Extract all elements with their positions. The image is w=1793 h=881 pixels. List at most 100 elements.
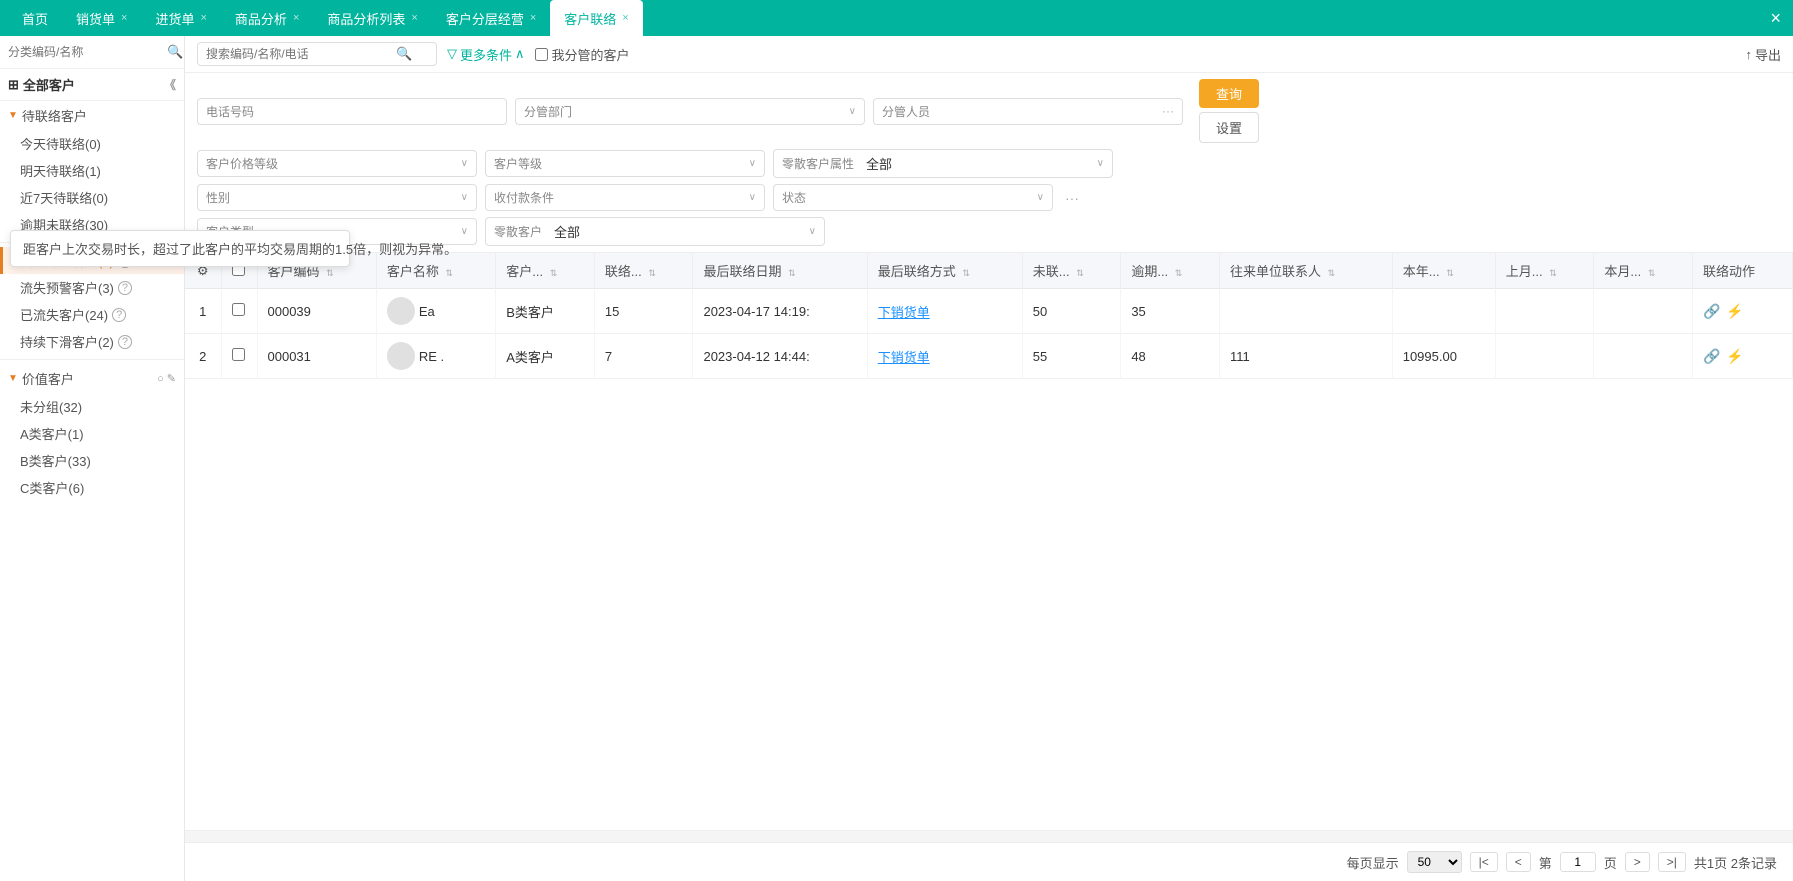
collapse-icon: 《 [164,76,176,93]
sidebar-item-7days[interactable]: 近7天待联络(0) [0,184,184,211]
horizontal-scrollbar[interactable] [185,830,1793,842]
export-icon: ↑ [1745,47,1752,62]
td-name-2: RE . [376,334,495,379]
my-customers-filter: 我分管的客户 [535,45,630,64]
prev-page-btn[interactable]: < [1506,852,1531,872]
th-contact-count: 联络... ⇅ [594,253,693,289]
sidebar-item-lost-risk[interactable]: 流失预警客户(3) ? [0,274,184,301]
price-chevron-icon: ∨ [461,158,468,169]
close-purchase-order-icon[interactable]: × [200,12,206,24]
more-conditions-btn[interactable]: ▽ 更多条件 ∧ [447,45,525,64]
nav-sales-order[interactable]: 销货单 × [62,0,141,36]
row-checkbox-1[interactable] [232,303,245,316]
phone-field[interactable]: 电话号码 [197,98,507,125]
last-page-btn[interactable]: >| [1658,852,1686,872]
sidebar: 🔍 ⊞ 全部客户 《 ▼ 待联络客户 今天待联络(0) 明天待联络(1) 近7天… [0,36,185,881]
gender-chevron-icon: ∨ [461,192,468,203]
customer-level-field[interactable]: 客户等级 ∨ [485,150,765,177]
sort-code-icon: ⇅ [326,268,334,278]
manager-dots: ··· [1162,104,1174,118]
nav-home[interactable]: 首页 [8,0,62,36]
sidebar-item-today[interactable]: 今天待联络(0) [0,130,184,157]
export-btn[interactable]: ↑ 导出 [1745,45,1781,64]
filter-row-2: 客户价格等级 ∨ 客户等级 ∨ 零散客户属性 全部 ∨ [197,149,1781,178]
edit-icon[interactable]: ○ ✎ [157,372,176,385]
close-product-analysis-list-icon[interactable]: × [411,12,417,24]
page-size-select[interactable]: 50 100 200 [1407,851,1462,873]
close-product-analysis-icon[interactable]: × [293,12,299,24]
query-settings-btns: 查询 设置 [1199,79,1259,143]
td-date-2: 2023-04-12 14:44: [693,334,867,379]
nav-customer-segmentation[interactable]: 客户分层经营 × [432,0,550,36]
sidebar-item-class-a[interactable]: A类客户(1) [0,420,184,447]
sort-overdue-icon: ⇅ [1175,268,1183,278]
close-all-tabs-icon[interactable]: × [1770,8,1781,29]
search-input[interactable] [206,47,396,61]
th-overdue: 逾期... ⇅ [1121,253,1220,289]
retail-customer-field[interactable]: 零散客户 全部 ∨ [485,217,825,246]
link-icon-2[interactable]: 🔗 [1703,348,1720,365]
sort-this-year-icon: ⇅ [1446,268,1454,278]
retail-attr-field[interactable]: 零散客户属性 全部 ∨ [773,149,1113,178]
sidebar-search-icon[interactable]: 🔍 [167,44,183,60]
sidebar-item-unassigned[interactable]: 未分组(32) [0,393,184,420]
sidebar-value-customer-label[interactable]: ▼ 价值客户 ○ ✎ [0,364,184,393]
tooltip-box: 距客户上次交易时长，超过了此客户的平均交易周期的1.5倍，则视为异常。 [185,230,350,267]
sidebar-item-class-c[interactable]: C类客户(6) [0,474,184,501]
customer-type-chevron-icon: ∨ [461,226,468,237]
td-checkbox-1[interactable] [221,289,257,334]
query-btn[interactable]: 查询 [1199,79,1259,108]
dept-field[interactable]: 分管部门 ∨ [515,98,865,125]
sidebar-pending-contact-title[interactable]: ▼ 待联络客户 [0,101,184,130]
td-tmonth-1 [1594,289,1693,334]
close-sales-order-icon[interactable]: × [121,12,127,24]
link-icon-1[interactable]: 🔗 [1703,303,1720,320]
lightning-icon-1[interactable]: ⚡ [1726,303,1743,320]
sidebar-all-customers[interactable]: ⊞ 全部客户 《 [0,69,184,101]
close-customer-contact-icon[interactable]: × [622,12,628,24]
status-field[interactable]: 状态 ∨ [773,184,1053,211]
th-related-contact: 往来单位联系人 ⇅ [1219,253,1392,289]
search-wrap: 🔍 [197,42,437,66]
td-year-1 [1392,289,1495,334]
customer-table: ⚙ 客户编码 ⇅ 客户名称 ⇅ [185,253,1793,379]
price-level-field[interactable]: 客户价格等级 ∨ [197,150,477,177]
td-checkbox-2[interactable] [221,334,257,379]
td-method-1[interactable]: 下销货单 [867,289,1022,334]
my-customers-checkbox[interactable] [535,48,548,61]
sidebar-item-continuous-down[interactable]: 持续下滑客户(2) ? [0,328,184,355]
avatar-2 [387,342,415,370]
payment-chevron-icon: ∨ [749,192,756,203]
sidebar-search-input[interactable] [8,45,163,59]
value-arrow-icon: ▼ [8,373,18,384]
th-last-date: 最后联络日期 ⇅ [693,253,867,289]
td-action-1: 🔗 ⚡ [1692,289,1792,334]
sidebar-item-class-b[interactable]: B类客户(33) [0,447,184,474]
page-number-input[interactable] [1560,852,1596,872]
first-page-btn[interactable]: |< [1470,852,1498,872]
filter-bar: 🔍 ▽ 更多条件 ∧ 我分管的客户 ↑ 导出 [185,36,1793,73]
row-checkbox-2[interactable] [232,348,245,361]
next-page-btn[interactable]: > [1625,852,1650,872]
sort-name-icon: ⇅ [446,268,454,278]
payment-field[interactable]: 收付款条件 ∨ [485,184,765,211]
nav-purchase-order[interactable]: 进货单 × [141,0,220,36]
filter-more-dots[interactable]: ··· [1065,190,1079,206]
td-lmonth-2 [1495,334,1594,379]
td-not-1: 50 [1022,289,1121,334]
search-icon[interactable]: 🔍 [396,46,412,62]
sort-contact-icon: ⇅ [648,268,656,278]
sidebar-item-tomorrow[interactable]: 明天待联络(1) [0,157,184,184]
gender-field[interactable]: 性别 ∨ [197,184,477,211]
td-code-2: 000031 [257,334,376,379]
lightning-icon-2[interactable]: ⚡ [1726,348,1743,365]
nav-product-analysis-list[interactable]: 商品分析列表 × [313,0,431,36]
td-num-1: 1 [185,289,221,334]
td-method-2[interactable]: 下销货单 [867,334,1022,379]
nav-customer-contact[interactable]: 客户联络 × [550,0,642,36]
sidebar-item-already-lost[interactable]: 已流失客户(24) ? [0,301,184,328]
close-customer-seg-icon[interactable]: × [530,12,536,24]
nav-product-analysis[interactable]: 商品分析 × [221,0,313,36]
settings-btn[interactable]: 设置 [1199,112,1259,143]
manager-field[interactable]: 分管人员 ··· [873,98,1183,125]
